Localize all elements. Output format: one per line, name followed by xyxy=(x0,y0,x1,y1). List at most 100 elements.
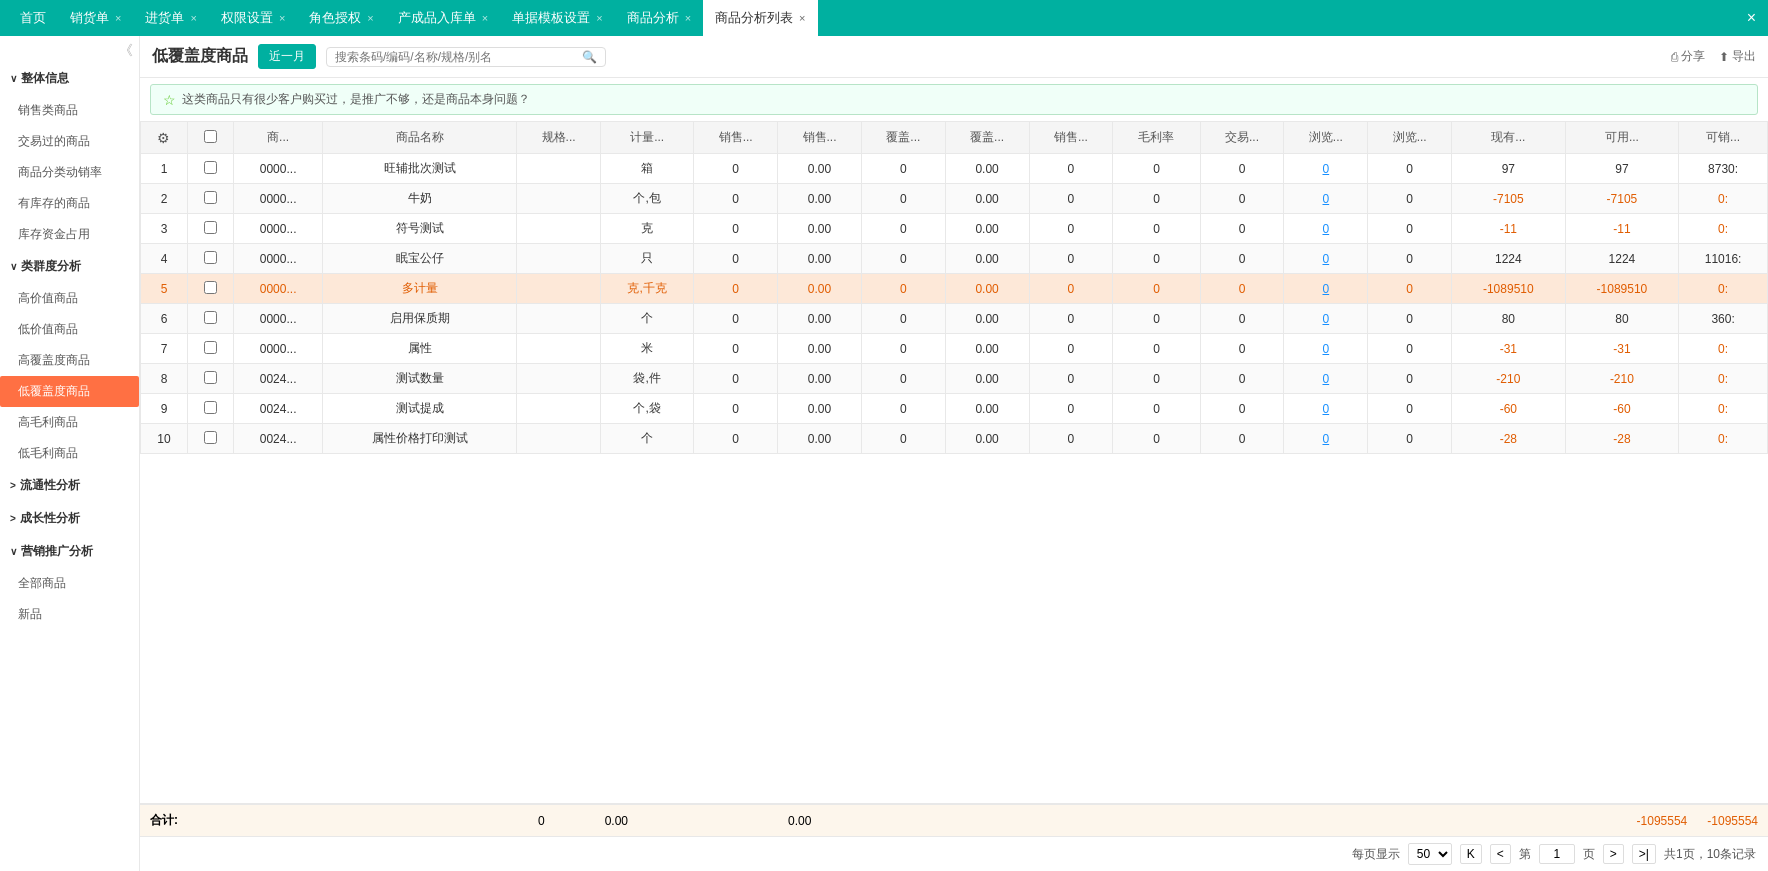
nav-close-icon[interactable]: × xyxy=(279,12,285,24)
row-checkbox[interactable] xyxy=(204,311,217,324)
browse-link[interactable]: 0 xyxy=(1322,372,1329,386)
sidebar-item-低毛利商品[interactable]: 低毛利商品 xyxy=(0,438,139,469)
sidebar-item-商品分类动销率[interactable]: 商品分类动销率 xyxy=(0,157,139,188)
nav-item-单据模板设置[interactable]: 单据模板设置× xyxy=(500,0,614,36)
nav-item-商品分析列表[interactable]: 商品分析列表× xyxy=(703,0,817,36)
sidebar-collapse-btn[interactable]: 《 xyxy=(0,36,139,62)
browse-link[interactable]: 0 xyxy=(1322,162,1329,176)
first-page-btn[interactable]: K xyxy=(1460,844,1482,864)
info-text: 这类商品只有很少客户购买过，是推广不够，还是商品本身问题？ xyxy=(182,91,530,108)
nav-close-icon[interactable]: × xyxy=(190,12,196,24)
col-header-margin[interactable]: 毛利率 xyxy=(1113,122,1200,154)
sidebar-item-高毛利商品[interactable]: 高毛利商品 xyxy=(0,407,139,438)
sidebar-item-低价值商品[interactable]: 低价值商品 xyxy=(0,314,139,345)
browse-link[interactable]: 0 xyxy=(1322,402,1329,416)
col-header-available[interactable]: 可用... xyxy=(1565,122,1679,154)
col-header-saleable[interactable]: 可销... xyxy=(1679,122,1768,154)
col-header-settings[interactable]: ⚙ xyxy=(141,122,188,154)
col-header-sales2[interactable]: 销售... xyxy=(778,122,862,154)
sidebar-group-整体信息[interactable]: ∨整体信息 xyxy=(0,62,139,95)
sidebar-group-营销推广分析[interactable]: ∨营销推广分析 xyxy=(0,535,139,568)
row-checkbox[interactable] xyxy=(204,221,217,234)
sidebar-item-新品[interactable]: 新品 xyxy=(0,599,139,630)
time-tab-recent-month[interactable]: 近一月 xyxy=(258,44,316,69)
nav-close-icon[interactable]: × xyxy=(367,12,373,24)
sidebar-item-有库存的商品[interactable]: 有库存的商品 xyxy=(0,188,139,219)
col-header-trade[interactable]: 交易... xyxy=(1200,122,1284,154)
col-header-sales3[interactable]: 销售... xyxy=(1029,122,1113,154)
row-checkbox[interactable] xyxy=(204,191,217,204)
sidebar-group-成长性分析[interactable]: >成长性分析 xyxy=(0,502,139,535)
nav-item-销货单[interactable]: 销货单× xyxy=(58,0,133,36)
nav-item-首页[interactable]: 首页 xyxy=(8,0,58,36)
table-row: 100024...属性价格打印测试个00.0000.0000000-28-280… xyxy=(141,424,1768,454)
settings-icon[interactable]: ⚙ xyxy=(157,130,170,146)
last-page-btn[interactable]: >| xyxy=(1632,844,1656,864)
row-checkbox[interactable] xyxy=(204,401,217,414)
cell-browse1[interactable]: 0 xyxy=(1284,184,1368,214)
browse-link[interactable]: 0 xyxy=(1322,312,1329,326)
col-header-cover1[interactable]: 覆盖... xyxy=(861,122,945,154)
row-checkbox[interactable] xyxy=(204,251,217,264)
cell-browse1[interactable]: 0 xyxy=(1284,424,1368,454)
col-header-spec[interactable]: 规格... xyxy=(517,122,601,154)
search-input[interactable] xyxy=(335,50,582,64)
col-header-no[interactable]: 商... xyxy=(234,122,323,154)
sidebar-item-全部商品[interactable]: 全部商品 xyxy=(0,568,139,599)
sidebar-item-销售类商品[interactable]: 销售类商品 xyxy=(0,95,139,126)
cell-browse1[interactable]: 0 xyxy=(1284,154,1368,184)
nav-close-icon[interactable]: × xyxy=(482,12,488,24)
browse-link[interactable]: 0 xyxy=(1322,282,1329,296)
cell-browse1[interactable]: 0 xyxy=(1284,244,1368,274)
per-page-select[interactable]: 50 xyxy=(1408,843,1452,865)
close-all-tabs[interactable]: × xyxy=(1747,9,1756,27)
col-header-current[interactable]: 现有... xyxy=(1452,122,1566,154)
next-page-btn[interactable]: > xyxy=(1603,844,1624,864)
browse-link[interactable]: 0 xyxy=(1322,432,1329,446)
row-checkbox[interactable] xyxy=(204,161,217,174)
browse-link[interactable]: 0 xyxy=(1322,342,1329,356)
nav-item-商品分析[interactable]: 商品分析× xyxy=(615,0,703,36)
col-header-name[interactable]: 商品名称 xyxy=(322,122,516,154)
row-checkbox[interactable] xyxy=(204,371,217,384)
select-all-checkbox[interactable] xyxy=(204,130,217,143)
nav-item-进货单[interactable]: 进货单× xyxy=(133,0,208,36)
sidebar-item-低覆盖度商品[interactable]: 低覆盖度商品 xyxy=(0,376,139,407)
cell-browse1[interactable]: 0 xyxy=(1284,394,1368,424)
sidebar-item-交易过的商品[interactable]: 交易过的商品 xyxy=(0,126,139,157)
sidebar-item-库存资金占用[interactable]: 库存资金占用 xyxy=(0,219,139,250)
col-header-cover2[interactable]: 覆盖... xyxy=(945,122,1029,154)
browse-link[interactable]: 0 xyxy=(1322,192,1329,206)
prev-page-btn[interactable]: < xyxy=(1490,844,1511,864)
nav-item-权限设置[interactable]: 权限设置× xyxy=(209,0,297,36)
cell-browse1[interactable]: 0 xyxy=(1284,214,1368,244)
nav-item-产成品入库单[interactable]: 产成品入库单× xyxy=(386,0,500,36)
export-button[interactable]: ⬆ 导出 xyxy=(1719,48,1756,65)
row-checkbox[interactable] xyxy=(204,281,217,294)
sidebar-group-流通性分析[interactable]: >流通性分析 xyxy=(0,469,139,502)
search-icon[interactable]: 🔍 xyxy=(582,50,597,64)
cell-browse1[interactable]: 0 xyxy=(1284,274,1368,304)
row-checkbox[interactable] xyxy=(204,341,217,354)
col-header-checkbox[interactable] xyxy=(187,122,233,154)
row-checkbox[interactable] xyxy=(204,431,217,444)
cell-browse1[interactable]: 0 xyxy=(1284,364,1368,394)
sidebar-item-高覆盖度商品[interactable]: 高覆盖度商品 xyxy=(0,345,139,376)
col-header-browse1[interactable]: 浏览... xyxy=(1284,122,1368,154)
browse-link[interactable]: 0 xyxy=(1322,222,1329,236)
cell-browse1[interactable]: 0 xyxy=(1284,334,1368,364)
share-button[interactable]: ⎙ 分享 xyxy=(1671,48,1705,65)
col-header-browse2[interactable]: 浏览... xyxy=(1368,122,1452,154)
cell-browse1[interactable]: 0 xyxy=(1284,304,1368,334)
browse-link[interactable]: 0 xyxy=(1322,252,1329,266)
nav-close-icon[interactable]: × xyxy=(115,12,121,24)
col-header-unit[interactable]: 计量... xyxy=(601,122,694,154)
sidebar-group-类群度分析[interactable]: ∨类群度分析 xyxy=(0,250,139,283)
nav-close-icon[interactable]: × xyxy=(685,12,691,24)
nav-item-角色授权[interactable]: 角色授权× xyxy=(297,0,385,36)
sidebar-item-高价值商品[interactable]: 高价值商品 xyxy=(0,283,139,314)
nav-close-icon[interactable]: × xyxy=(799,12,805,24)
page-number-input[interactable] xyxy=(1539,844,1575,864)
nav-close-icon[interactable]: × xyxy=(596,12,602,24)
col-header-sales1[interactable]: 销售... xyxy=(694,122,778,154)
